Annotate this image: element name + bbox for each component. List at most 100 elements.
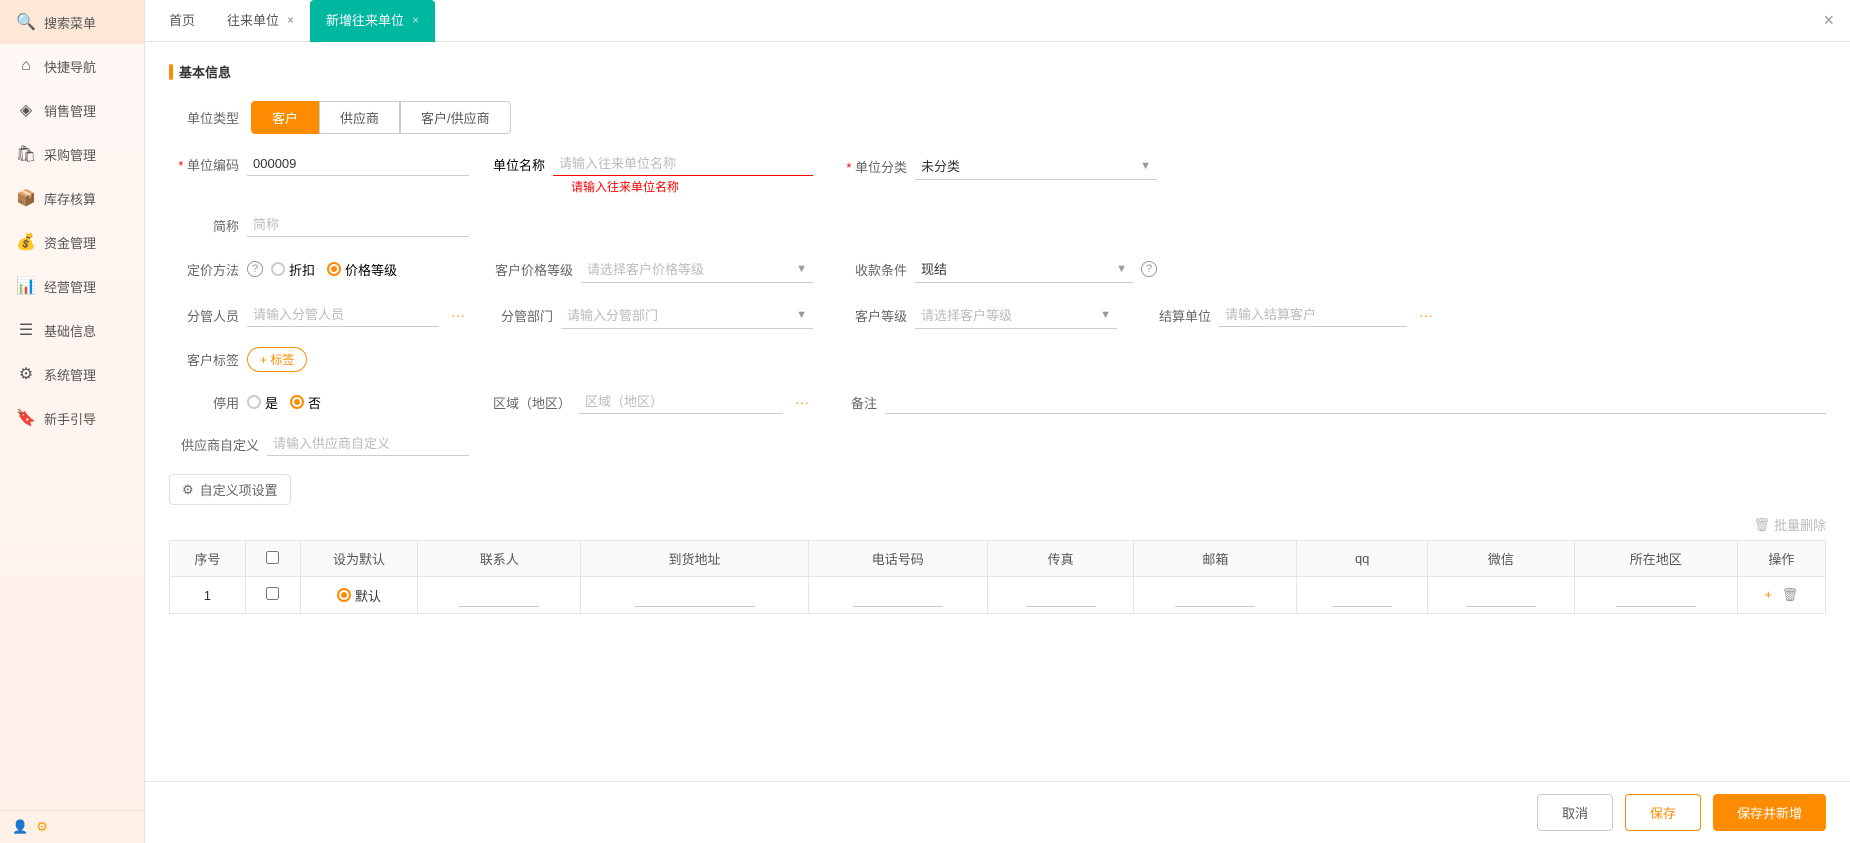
sidebar-item-label: 系统管理 xyxy=(44,365,96,384)
custom-settings-btn[interactable]: ⚙ 自定义项设置 xyxy=(169,474,291,505)
row-action: + 🗑 xyxy=(1737,577,1825,614)
col-email: 邮箱 xyxy=(1134,541,1297,577)
save-and-new-button[interactable]: 保存并新增 xyxy=(1713,794,1826,831)
customer-tag-row: 客户标签 + 标签 xyxy=(169,347,1826,372)
unit-category-select[interactable]: 未分类 ▼ xyxy=(915,152,1157,180)
default-radio[interactable] xyxy=(337,588,351,602)
customer-level-label: 客户等级 xyxy=(837,306,907,325)
row-default[interactable]: 默认 xyxy=(300,577,418,614)
manager-input[interactable] xyxy=(247,303,439,327)
payment-terms-select[interactable]: 现结 ▼ xyxy=(915,255,1133,283)
sidebar-item-label: 基础信息 xyxy=(44,321,96,340)
unit-name-input[interactable] xyxy=(553,152,813,176)
purchase-icon: 🛍 xyxy=(16,144,36,164)
unit-code-field: 单位编码 xyxy=(169,152,469,176)
cancel-button[interactable]: 取消 xyxy=(1537,794,1613,831)
department-label: 分管部门 xyxy=(493,306,553,325)
supplier-custom-row: 供应商自定义 xyxy=(169,432,1826,456)
sidebar-item-purchase[interactable]: 🛍 采购管理 xyxy=(0,132,144,176)
radio-yes[interactable]: 是 xyxy=(247,393,278,412)
sidebar-item-sales[interactable]: ◈ 销售管理 xyxy=(0,88,144,132)
row-seq: 1 xyxy=(170,577,246,614)
region-input[interactable] xyxy=(579,390,783,414)
sidebar-item-guide[interactable]: 🔖 新手引导 xyxy=(0,396,144,440)
home-icon: ⌂ xyxy=(16,56,36,76)
customer-price-arrow: ▼ xyxy=(796,263,807,275)
col-contact: 联系人 xyxy=(418,541,581,577)
pricing-help-icon[interactable]: ? xyxy=(247,261,263,277)
row-fax[interactable] xyxy=(987,577,1134,614)
payment-help-icon[interactable]: ? xyxy=(1141,261,1157,277)
region-field: 区域（地区） ··· xyxy=(493,390,813,414)
table-header: 序号 设为默认 联系人 到货地址 电话号码 传真 邮箱 qq 微信 所在地区 操… xyxy=(170,541,1826,577)
disabled-radio-group: 是 否 xyxy=(247,393,321,412)
short-name-input[interactable] xyxy=(247,213,469,237)
department-select[interactable]: 请输入分管部门 ▼ xyxy=(561,301,813,329)
settlement-more-btn[interactable]: ··· xyxy=(1415,307,1437,323)
sidebar-item-finance[interactable]: 💰 资金管理 xyxy=(0,220,144,264)
notes-input[interactable] xyxy=(885,390,1826,414)
sidebar: 🔍 搜索菜单 ⌂ 快捷导航 ◈ 销售管理 🛍 采购管理 📦 库存核算 💰 资金管… xyxy=(0,0,145,843)
manager-label: 分管人员 xyxy=(169,306,239,325)
delete-row-btn[interactable]: 🗑 xyxy=(1782,587,1799,602)
type-supplier-btn[interactable]: 供应商 xyxy=(319,101,400,134)
add-tag-btn[interactable]: + 标签 xyxy=(247,347,307,372)
row-phone[interactable] xyxy=(808,577,987,614)
main-area: 首页 往来单位 × 新增往来单位 × × 基本信息 单位类型 客户 供应商 客户… xyxy=(145,0,1850,843)
region-more-btn[interactable]: ··· xyxy=(791,394,813,410)
close-window-button[interactable]: × xyxy=(1815,10,1842,31)
sidebar-item-search[interactable]: 🔍 搜索菜单 xyxy=(0,0,144,44)
row-checkbox[interactable] xyxy=(245,577,300,614)
row-email[interactable] xyxy=(1134,577,1297,614)
radio-no[interactable]: 否 xyxy=(290,393,321,412)
select-all-checkbox[interactable] xyxy=(266,551,279,564)
tab-partners[interactable]: 往来单位 × xyxy=(211,0,310,42)
short-name-label: 简称 xyxy=(169,216,239,235)
row-qq[interactable] xyxy=(1297,577,1428,614)
row-wechat[interactable] xyxy=(1428,577,1575,614)
search-icon: 🔍 xyxy=(16,12,36,32)
close-new-partner-tab[interactable]: × xyxy=(412,13,419,27)
table-body: 1 默认 xyxy=(170,577,1826,614)
row-select-checkbox[interactable] xyxy=(266,587,279,600)
sidebar-item-system[interactable]: ⚙ 系统管理 xyxy=(0,352,144,396)
row-contact[interactable] xyxy=(418,577,581,614)
sidebar-item-inventory[interactable]: 📦 库存核算 xyxy=(0,176,144,220)
supplier-custom-input[interactable] xyxy=(267,432,469,456)
code-name-category-row: 单位编码 单位名称 请输入往来单位名称 单位分类 未分类 ▼ xyxy=(169,152,1826,195)
type-both-btn[interactable]: 客户/供应商 xyxy=(400,101,511,134)
col-qq: qq xyxy=(1297,541,1428,577)
user-icon: 👤 xyxy=(12,819,28,835)
row-address[interactable] xyxy=(581,577,808,614)
add-row-btn[interactable]: + xyxy=(1764,587,1772,602)
close-partners-tab[interactable]: × xyxy=(287,13,294,27)
radio-price-level[interactable]: 价格等级 xyxy=(327,260,397,279)
unit-category-field: 单位分类 未分类 ▼ xyxy=(837,152,1157,180)
radio-discount[interactable]: 折扣 xyxy=(271,260,315,279)
sidebar-item-label: 销售管理 xyxy=(44,101,96,120)
guide-icon: 🔖 xyxy=(16,408,36,428)
batch-delete-btn[interactable]: 🗑 批量删除 xyxy=(1753,515,1826,534)
table-header-bar: 🗑 批量删除 xyxy=(169,515,1826,534)
sidebar-footer: 👤 ⚙ xyxy=(0,810,144,843)
form-content: 基本信息 单位类型 客户 供应商 客户/供应商 单位编码 单位名称 xyxy=(145,42,1850,781)
manager-more-btn[interactable]: ··· xyxy=(447,307,469,323)
department-arrow: ▼ xyxy=(796,309,807,321)
sidebar-item-basic[interactable]: ☰ 基础信息 xyxy=(0,308,144,352)
tab-new-partner[interactable]: 新增往来单位 × xyxy=(310,0,435,42)
save-button[interactable]: 保存 xyxy=(1625,794,1701,831)
unit-code-input[interactable] xyxy=(247,152,469,176)
row-region[interactable] xyxy=(1574,577,1737,614)
sidebar-item-quick-nav[interactable]: ⌂ 快捷导航 xyxy=(0,44,144,88)
customer-level-select[interactable]: 请选择客户等级 ▼ xyxy=(915,301,1117,329)
customer-price-select[interactable]: 请选择客户价格等级 ▼ xyxy=(581,255,813,283)
sidebar-item-label: 资金管理 xyxy=(44,233,96,252)
radio-price-level-circle xyxy=(327,262,341,276)
tab-home[interactable]: 首页 xyxy=(153,0,211,42)
settlement-input[interactable] xyxy=(1219,303,1407,327)
sales-icon: ◈ xyxy=(16,100,36,120)
disabled-field: 停用 是 否 xyxy=(169,393,469,412)
sidebar-item-label: 经营管理 xyxy=(44,277,96,296)
type-customer-btn[interactable]: 客户 xyxy=(251,101,319,134)
sidebar-item-operations[interactable]: 📊 经营管理 xyxy=(0,264,144,308)
